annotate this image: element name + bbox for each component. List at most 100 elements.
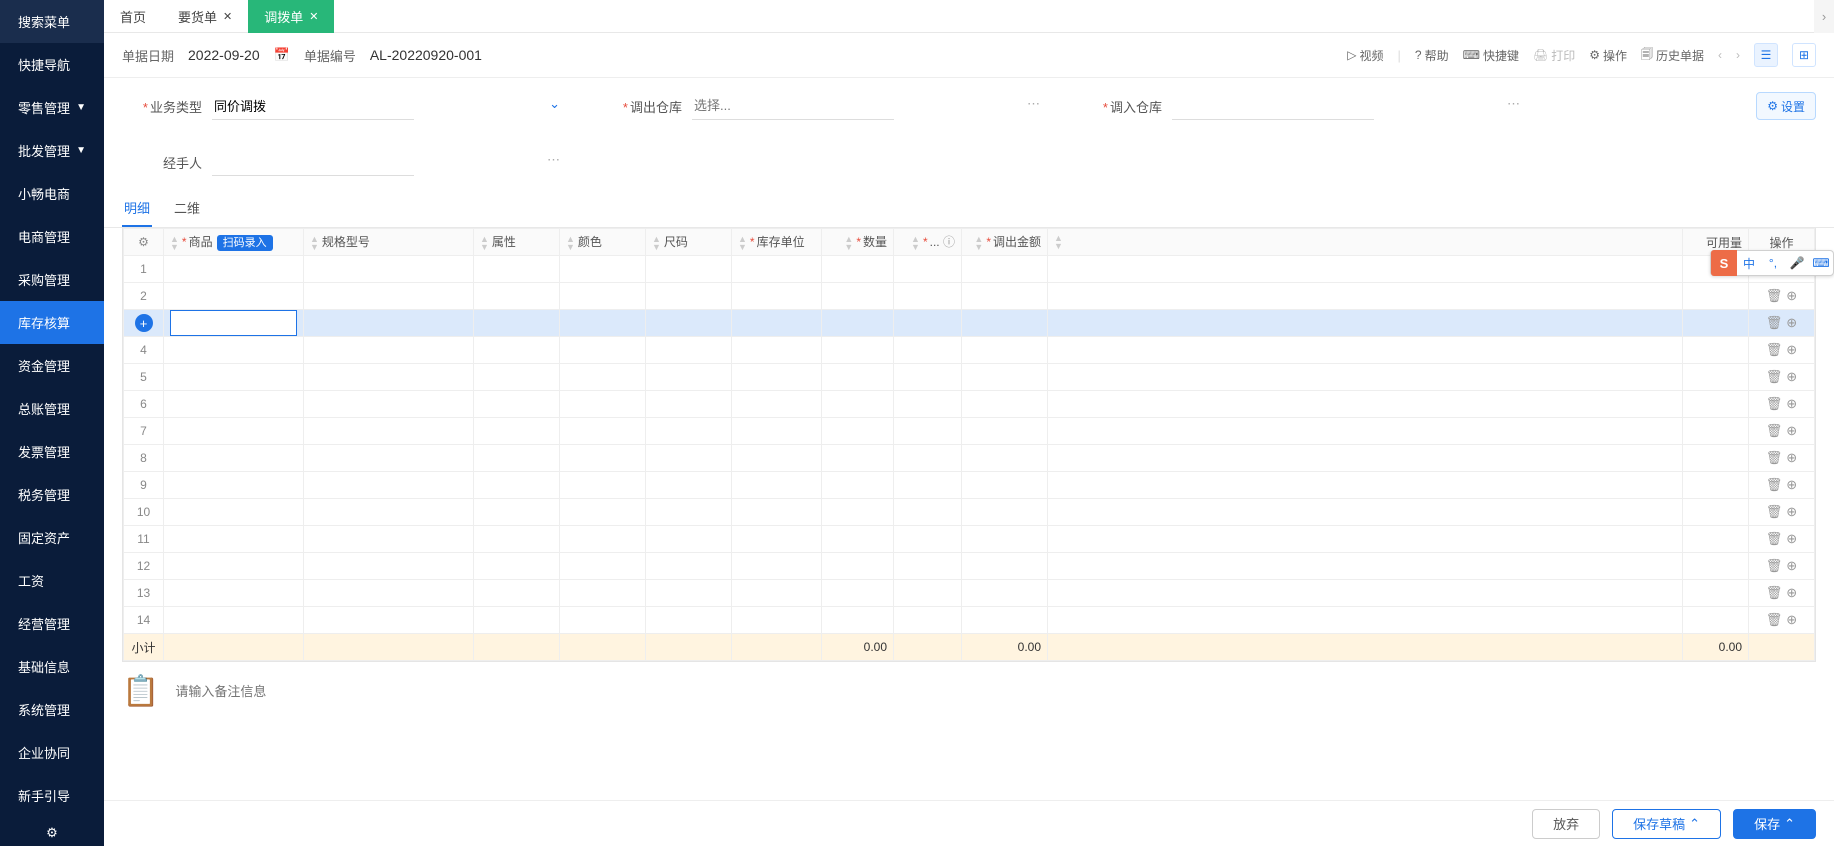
view-mode-grid[interactable]: ⊞: [1792, 43, 1816, 67]
sidebar-item-14[interactable]: 经营管理: [0, 602, 104, 645]
chevron-down-icon[interactable]: ⌄: [549, 96, 560, 112]
tab-要货单[interactable]: 要货单✕: [162, 0, 248, 33]
copy-icon[interactable]: ⊕: [1786, 450, 1797, 465]
col-size[interactable]: ▲▼尺码: [646, 229, 732, 256]
video-action[interactable]: ▷视频: [1347, 47, 1383, 64]
delete-icon[interactable]: 🗑: [1766, 396, 1783, 411]
tab-scroll-right[interactable]: ›: [1814, 0, 1834, 33]
next-doc[interactable]: ›: [1736, 48, 1740, 62]
sidebar-item-5[interactable]: 电商管理: [0, 215, 104, 258]
sidebar-item-3[interactable]: 批发管理▼: [0, 129, 104, 172]
ime-punct-icon[interactable]: °,: [1761, 250, 1785, 276]
copy-icon[interactable]: ⊕: [1786, 477, 1797, 492]
delete-icon[interactable]: 🗑: [1766, 315, 1783, 330]
copy-icon[interactable]: ⊕: [1786, 612, 1797, 627]
copy-icon[interactable]: ⊕: [1786, 288, 1797, 303]
operate-action[interactable]: ⚙操作: [1589, 47, 1627, 64]
add-row-button[interactable]: +: [135, 314, 153, 332]
settings-button[interactable]: ⚙设置: [1756, 92, 1816, 120]
remark-input[interactable]: [175, 684, 1816, 699]
table-row[interactable]: + 🗑⊕: [124, 310, 1815, 337]
col-spec[interactable]: ▲▼规格型号: [304, 229, 474, 256]
ime-lang[interactable]: 中: [1737, 250, 1761, 276]
sidebar-item-1[interactable]: 快捷导航: [0, 43, 104, 86]
copy-icon[interactable]: ⊕: [1786, 504, 1797, 519]
tab-detail[interactable]: 明细: [122, 190, 152, 227]
sidebar-item-7[interactable]: 库存核算: [0, 301, 104, 344]
col-color[interactable]: ▲▼颜色: [560, 229, 646, 256]
history-action[interactable]: 🗐历史单据: [1641, 45, 1704, 66]
delete-icon[interactable]: 🗑: [1766, 450, 1783, 465]
copy-icon[interactable]: ⊕: [1786, 396, 1797, 411]
more-icon[interactable]: ⋯: [547, 152, 560, 168]
delete-icon[interactable]: 🗑: [1766, 369, 1783, 384]
sidebar-item-17[interactable]: 企业协同: [0, 731, 104, 774]
sidebar-item-12[interactable]: 固定资产: [0, 516, 104, 559]
copy-icon[interactable]: ⊕: [1786, 342, 1797, 357]
copy-icon[interactable]: ⊕: [1786, 315, 1797, 330]
tab-grid[interactable]: 二维: [172, 190, 202, 227]
copy-icon[interactable]: ⊕: [1786, 423, 1797, 438]
help-action[interactable]: ?帮助: [1415, 47, 1449, 64]
in-warehouse-input[interactable]: [1172, 92, 1374, 120]
table-row[interactable]: 14🗑⊕: [124, 607, 1815, 634]
more-icon[interactable]: ⋯: [1027, 96, 1040, 112]
table-row[interactable]: 11🗑⊕: [124, 526, 1815, 553]
delete-icon[interactable]: 🗑: [1766, 612, 1783, 627]
col-blank[interactable]: ▲▼: [1048, 229, 1683, 256]
table-row[interactable]: 7🗑⊕: [124, 418, 1815, 445]
save-button[interactable]: 保存⌃: [1733, 809, 1816, 839]
table-row[interactable]: 4🗑⊕: [124, 337, 1815, 364]
sidebar-item-10[interactable]: 发票管理: [0, 430, 104, 473]
table-row[interactable]: 8🗑⊕: [124, 445, 1815, 472]
tab-首页[interactable]: 首页: [104, 0, 162, 33]
col-qty[interactable]: ▲▼*数量: [822, 229, 894, 256]
sidebar-item-6[interactable]: 采购管理: [0, 258, 104, 301]
ime-keyboard-icon[interactable]: ⌨: [1809, 250, 1833, 276]
sidebar-item-16[interactable]: 系统管理: [0, 688, 104, 731]
table-row[interactable]: 5🗑⊕: [124, 364, 1815, 391]
delete-icon[interactable]: 🗑: [1766, 558, 1783, 573]
close-icon[interactable]: ✕: [309, 10, 318, 23]
more-icon[interactable]: ⋯: [1507, 96, 1520, 112]
table-row[interactable]: 10🗑⊕: [124, 499, 1815, 526]
delete-icon[interactable]: 🗑: [1766, 585, 1783, 600]
delete-icon[interactable]: 🗑: [1766, 504, 1783, 519]
sidebar-item-9[interactable]: 总账管理: [0, 387, 104, 430]
print-action[interactable]: 🖨打印: [1533, 47, 1575, 64]
delete-icon[interactable]: 🗑: [1766, 477, 1783, 492]
doc-date-value[interactable]: 2022-09-20: [188, 47, 260, 63]
calendar-icon[interactable]: 📅: [274, 47, 290, 63]
info-icon[interactable]: ⓘ: [943, 235, 955, 249]
handler-input[interactable]: [212, 148, 414, 176]
ime-mic-icon[interactable]: 🎤: [1785, 250, 1809, 276]
sidebar-item-0[interactable]: 搜索菜单: [0, 0, 104, 43]
save-draft-button[interactable]: 保存草稿⌃: [1612, 809, 1721, 839]
column-settings[interactable]: ⚙: [124, 229, 164, 256]
sidebar-item-11[interactable]: 税务管理: [0, 473, 104, 516]
delete-icon[interactable]: 🗑: [1766, 342, 1783, 357]
table-row[interactable]: 1🗑⊕: [124, 256, 1815, 283]
delete-icon[interactable]: 🗑: [1766, 288, 1783, 303]
discard-button[interactable]: 放弃: [1532, 809, 1600, 839]
col-unit[interactable]: ▲▼*库存单位: [732, 229, 822, 256]
copy-icon[interactable]: ⊕: [1786, 369, 1797, 384]
close-icon[interactable]: ✕: [223, 10, 232, 23]
tab-调拨单[interactable]: 调拨单✕: [248, 0, 334, 33]
copy-icon[interactable]: ⊕: [1786, 585, 1797, 600]
table-row[interactable]: 2🗑⊕: [124, 283, 1815, 310]
col-price[interactable]: ▲▼*... ⓘ: [894, 229, 962, 256]
copy-icon[interactable]: ⊕: [1786, 558, 1797, 573]
delete-icon[interactable]: 🗑: [1766, 423, 1783, 438]
out-warehouse-input[interactable]: [692, 92, 894, 120]
scan-button[interactable]: 扫码录入: [217, 235, 273, 251]
table-row[interactable]: 12🗑⊕: [124, 553, 1815, 580]
sidebar-item-8[interactable]: 资金管理: [0, 344, 104, 387]
biz-type-select[interactable]: [212, 92, 414, 120]
table-row[interactable]: 6🗑⊕: [124, 391, 1815, 418]
col-attr[interactable]: ▲▼属性: [474, 229, 560, 256]
product-cell-input[interactable]: [170, 310, 297, 336]
col-amount[interactable]: ▲▼*调出金额: [962, 229, 1048, 256]
table-row[interactable]: 13🗑⊕: [124, 580, 1815, 607]
prev-doc[interactable]: ‹: [1718, 48, 1722, 62]
